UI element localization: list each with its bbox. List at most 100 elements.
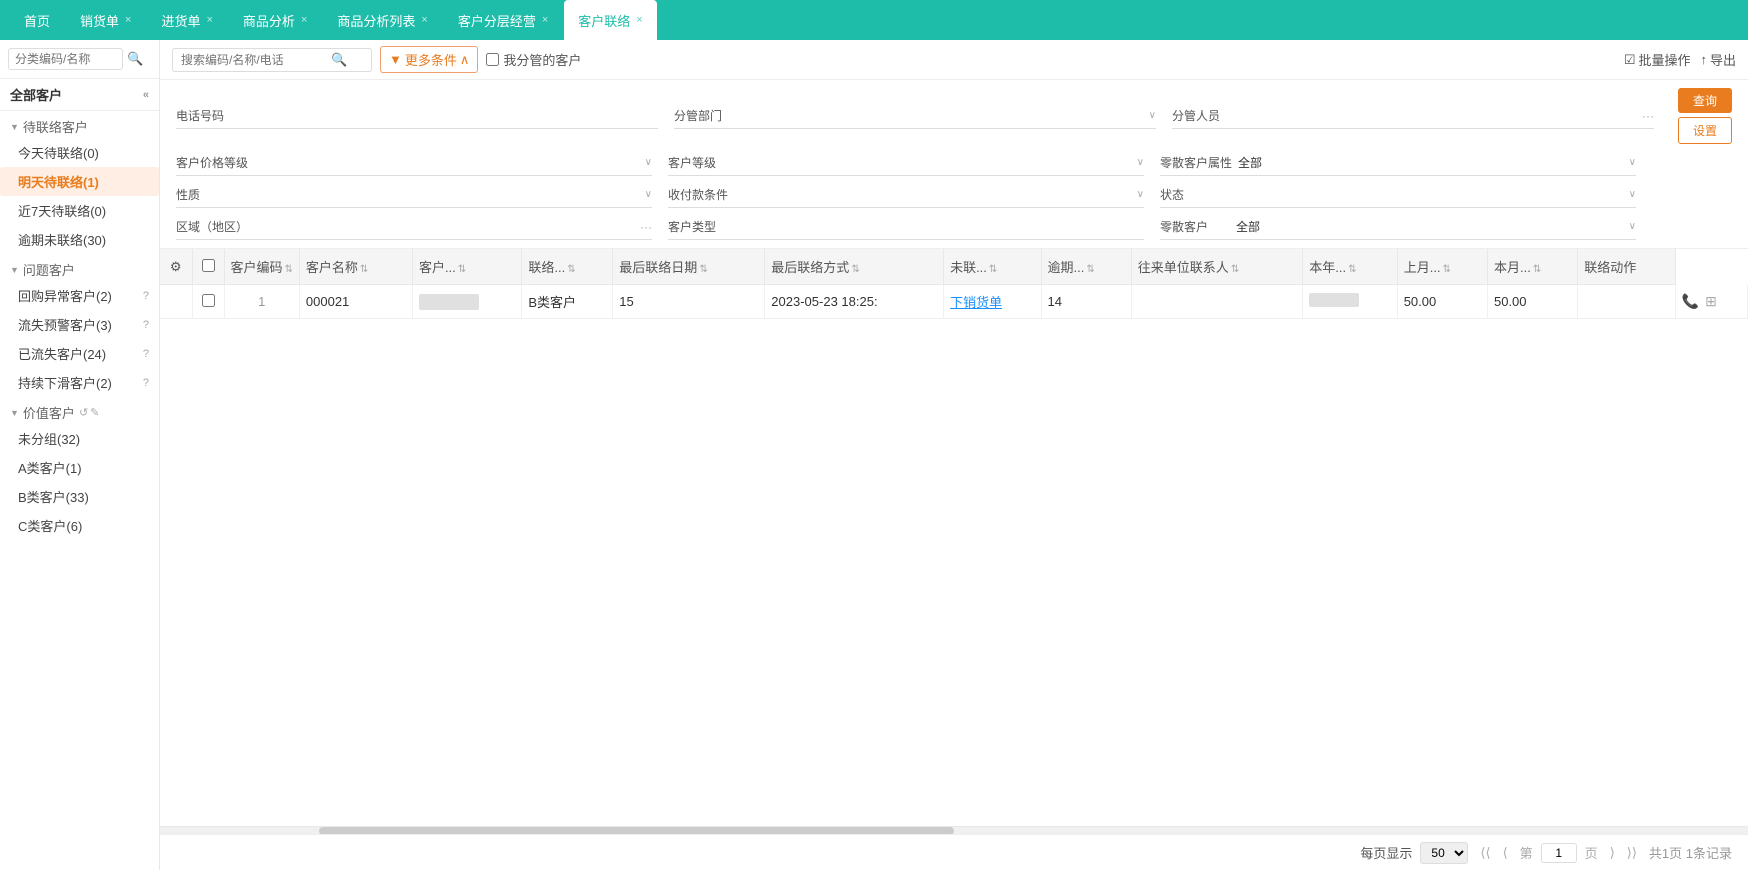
select-all-checkbox[interactable]: [202, 259, 215, 272]
my-customers-checkbox[interactable]: [486, 53, 499, 66]
filter-region-select[interactable]: ···: [254, 220, 652, 234]
td-code: 000021: [299, 285, 412, 319]
sidebar-item-type-b[interactable]: B类客户(33): [0, 482, 159, 511]
td-checkbox[interactable]: [192, 285, 224, 319]
nav-item-5[interactable]: 客户联络 ×: [564, 0, 656, 40]
action-grid-icon[interactable]: ⊞: [1705, 293, 1717, 310]
dots-icon-manager[interactable]: ···: [1642, 109, 1654, 123]
close-icon-3[interactable]: ×: [421, 14, 427, 26]
sidebar-all-customers[interactable]: 全部客户 «: [0, 79, 159, 111]
page-prev-btn[interactable]: ⟨: [1499, 843, 1512, 863]
sidebar-item-ungroup[interactable]: 未分组(32): [0, 424, 159, 453]
more-filter-button[interactable]: ▼ 更多条件 ∧: [380, 46, 478, 73]
table-row: 1 000021 B类客户 15 2023-05-23 18:25: 下销货单 …: [160, 285, 1748, 319]
page-input[interactable]: [1541, 843, 1577, 863]
sidebar-item-type-a[interactable]: A类客户(1): [0, 453, 159, 482]
filter-nature-select[interactable]: ∨: [252, 189, 652, 200]
sidebar-item-repurchase[interactable]: 回购异常客户(2) ?: [0, 281, 159, 310]
filter-payment-select[interactable]: ∨: [744, 189, 1144, 200]
search-input[interactable]: [181, 53, 331, 67]
nav-item-2[interactable]: 商品分析 ×: [229, 0, 321, 40]
page-first-btn[interactable]: ⟨⟨: [1476, 843, 1494, 863]
th-checkbox: [192, 249, 224, 285]
sidebar-item-overdue[interactable]: 逾期未联络(30): [0, 225, 159, 254]
customer-table: ⚙ 客户编码⇅ 客户名称⇅ 客户...⇅ 联络...⇅ 最后联络日期⇅ 最后联络…: [160, 249, 1748, 319]
nav-home[interactable]: 首页: [10, 0, 64, 40]
sidebar-search-input[interactable]: [8, 48, 123, 70]
filter-retail-select[interactable]: 全部 ∨: [1236, 218, 1636, 235]
close-icon-0[interactable]: ×: [125, 14, 131, 26]
last-method-link[interactable]: 下销货单: [950, 295, 1002, 310]
sidebar-item-type-c[interactable]: C类客户(6): [0, 511, 159, 540]
nav-item-0[interactable]: 销货单 ×: [66, 0, 145, 40]
help-icon-1: ?: [143, 319, 149, 331]
row-checkbox[interactable]: [202, 294, 215, 307]
page-next-btn[interactable]: ⟩: [1606, 843, 1619, 863]
search-icon[interactable]: 🔍: [331, 52, 347, 68]
sidebar-item-today[interactable]: 今天待联络(0): [0, 138, 159, 167]
close-icon-1[interactable]: ×: [206, 14, 212, 26]
action-phone-icon[interactable]: 📞: [1682, 293, 1699, 310]
filter-phone-input[interactable]: [252, 109, 658, 123]
top-nav: 首页 销货单 × 进货单 × 商品分析 × 商品分析列表 × 客户分层经营 × …: [0, 0, 1748, 40]
nav-item-4[interactable]: 客户分层经营 ×: [444, 0, 562, 40]
setting-button[interactable]: 设置: [1678, 117, 1732, 144]
horizontal-scrollbar[interactable]: [160, 826, 1748, 834]
filter-payment: 收付款条件 ∨: [668, 182, 1144, 208]
nav-item-3[interactable]: 商品分析列表 ×: [323, 0, 441, 40]
th-last-date: 最后联络日期⇅: [613, 249, 765, 285]
th-last-method: 最后联络方式⇅: [765, 249, 944, 285]
sidebar-item-churned[interactable]: 已流失客户(24) ?: [0, 339, 159, 368]
page-size-select[interactable]: 50: [1420, 842, 1468, 864]
sidebar-search-icon[interactable]: 🔍: [127, 51, 143, 67]
td-this-year: 50.00: [1397, 285, 1487, 319]
collapse-icon: «: [143, 89, 149, 101]
page-end-label: 页: [1581, 841, 1602, 864]
sidebar-item-tomorrow[interactable]: 明天待联络(1): [0, 167, 159, 196]
td-last-date: 2023-05-23 18:25:: [765, 285, 944, 319]
sidebar-item-declining[interactable]: 持续下滑客户(2) ?: [0, 368, 159, 397]
td-last-method[interactable]: 下销货单: [944, 285, 1041, 319]
sort-icon-name: ⇅: [360, 264, 368, 275]
group-refresh-icon[interactable]: ↺: [79, 406, 88, 419]
filter-manager-select[interactable]: ···: [1248, 109, 1654, 123]
filter-row-1: 电话号码 分管部门 ∨ 分管人员 ···: [176, 88, 1732, 144]
th-this-year: 本年...⇅: [1303, 249, 1397, 285]
close-icon-5[interactable]: ×: [636, 14, 642, 26]
chevron-down-icon-level: ∨: [1137, 157, 1144, 168]
chevron-down-icon-retail: ∨: [1629, 157, 1636, 168]
toolbar-right: ☑ 批量操作 ↑ 导出: [1624, 50, 1736, 69]
filter-dept: 分管部门 ∨: [674, 103, 1156, 129]
group-edit-icon[interactable]: ✎: [90, 406, 99, 419]
page-last-btn[interactable]: ⟩⟩: [1623, 843, 1641, 863]
export-button[interactable]: ↑ 导出: [1700, 50, 1736, 69]
filter-dept-select[interactable]: ∨: [750, 110, 1156, 121]
filter-level-label: 客户等级: [668, 154, 738, 171]
filter-level-select[interactable]: ∨: [744, 157, 1144, 168]
sidebar: 🔍 全部客户 « 待联络客户 今天待联络(0) 明天待联络(1) 近7天待联络(…: [0, 40, 160, 870]
th-settings[interactable]: ⚙: [160, 249, 192, 285]
layout: 🔍 全部客户 « 待联络客户 今天待联络(0) 明天待联络(1) 近7天待联络(…: [0, 40, 1748, 870]
sidebar-search-area: 🔍: [0, 40, 159, 79]
help-icon-3: ?: [143, 377, 149, 389]
page-nav: ⟨⟨ ⟨ 第 页 ⟩ ⟩⟩: [1476, 841, 1641, 864]
batch-op-button[interactable]: ☑ 批量操作: [1624, 50, 1691, 69]
nav-item-1[interactable]: 进货单 ×: [147, 0, 226, 40]
td-actions: 📞 ⊞: [1675, 285, 1747, 319]
filter-status-select[interactable]: ∨: [1236, 189, 1636, 200]
td-overdue: [1131, 285, 1302, 319]
sidebar-item-7days[interactable]: 近7天待联络(0): [0, 196, 159, 225]
search-box: 🔍: [172, 48, 372, 72]
filter-retail-attr-select[interactable]: 全部 ∨: [1238, 154, 1636, 171]
filter-panel: 电话号码 分管部门 ∨ 分管人员 ···: [160, 80, 1748, 249]
close-icon-2[interactable]: ×: [301, 14, 307, 26]
th-this-month: 本月...⇅: [1487, 249, 1577, 285]
dots-icon-region[interactable]: ···: [640, 220, 652, 234]
close-icon-4[interactable]: ×: [542, 14, 548, 26]
filter-price-select[interactable]: ∨: [254, 157, 652, 168]
sidebar-item-churn-warning[interactable]: 流失预警客户(3) ?: [0, 310, 159, 339]
chevron-down-icon-nature: ∨: [645, 189, 652, 200]
my-customers-checkbox-label[interactable]: 我分管的客户: [486, 50, 581, 69]
query-button[interactable]: 查询: [1678, 88, 1732, 113]
export-icon: ↑: [1700, 52, 1707, 67]
